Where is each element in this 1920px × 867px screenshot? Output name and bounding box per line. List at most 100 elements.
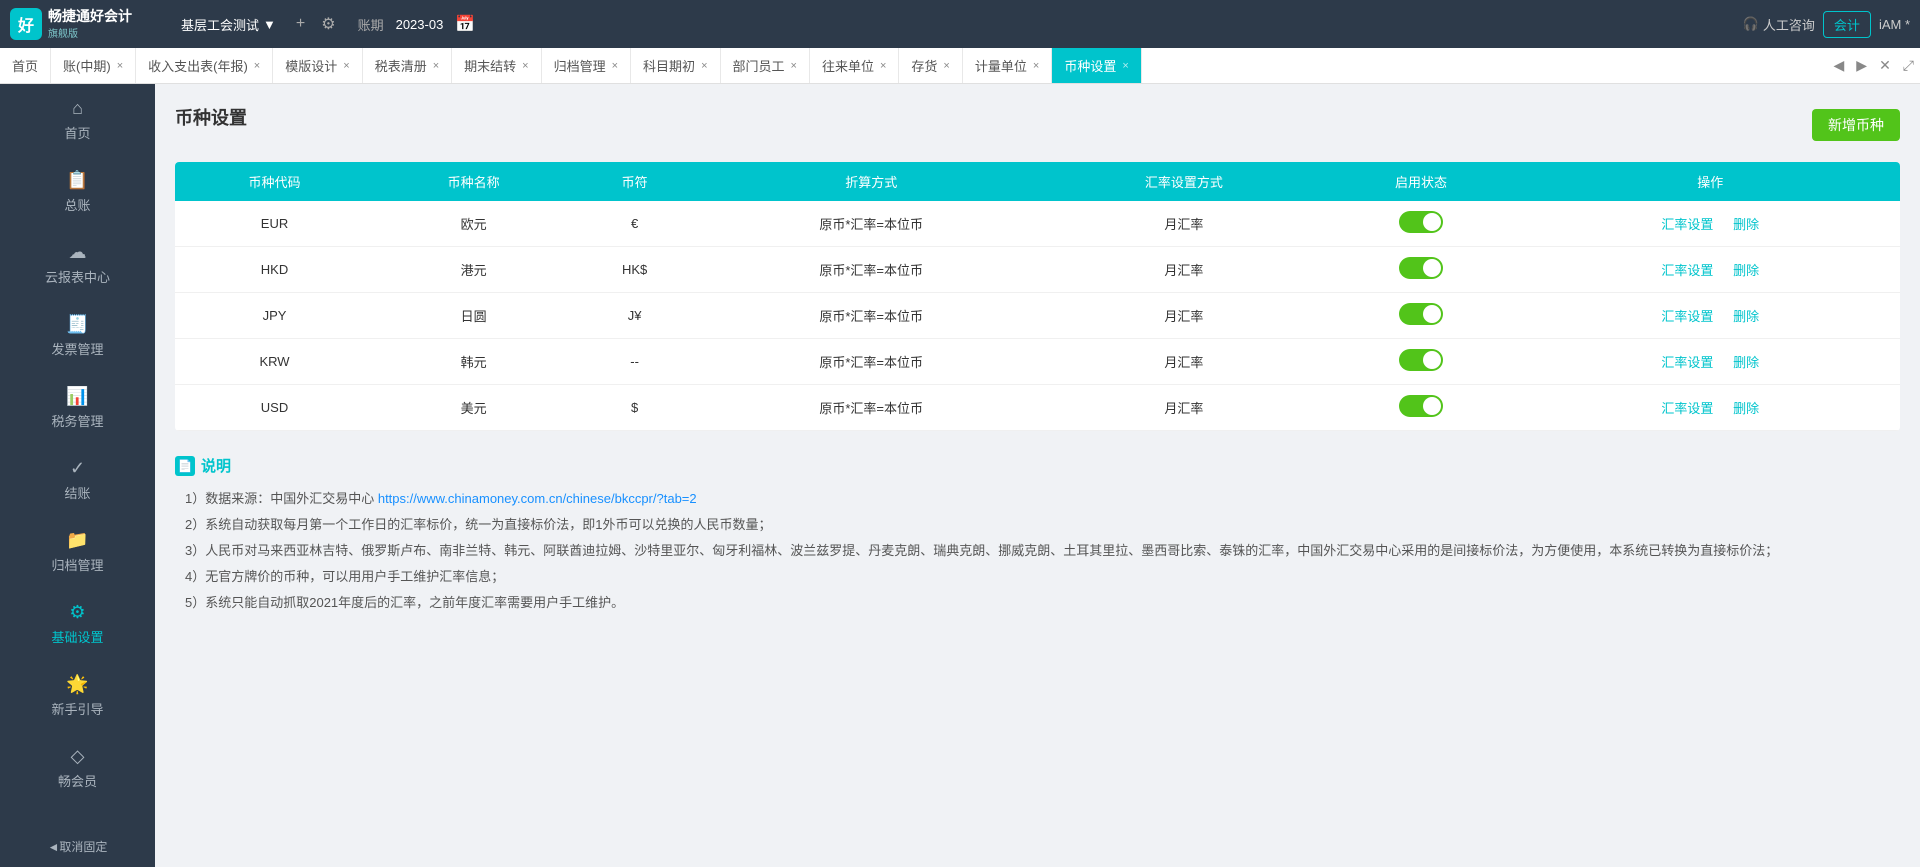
rate-setting-link[interactable]: 汇率设置: [1661, 309, 1713, 324]
user-label: iAM *: [1879, 17, 1910, 32]
table-row: KRW 韩元 -- 原币*汇率=本位币 月汇率 汇率设置 删除: [175, 339, 1900, 385]
col-header-name: 币种名称: [374, 162, 573, 201]
col-header-calc: 折算方式: [696, 162, 1046, 201]
sidebar-pin-toggle[interactable]: ◄取消固定: [0, 826, 155, 867]
rate-setting-link[interactable]: 汇率设置: [1661, 401, 1713, 416]
cell-actions: 汇率设置 删除: [1521, 201, 1900, 247]
sidebar-item-archive[interactable]: 📁 归档管理: [0, 516, 155, 588]
cell-toggle[interactable]: [1321, 385, 1520, 431]
tab-counterparty[interactable]: 往来单位 ×: [810, 48, 899, 83]
tab-account-period-close[interactable]: ×: [117, 60, 123, 72]
tab-currency-close[interactable]: ×: [1122, 60, 1128, 72]
rate-setting-link[interactable]: 汇率设置: [1661, 355, 1713, 370]
table-row: EUR 欧元 € 原币*汇率=本位币 月汇率 汇率设置 删除: [175, 201, 1900, 247]
tab-dept-staff[interactable]: 部门员工 ×: [721, 48, 810, 83]
tab-unit-label: 计量单位: [975, 56, 1027, 75]
sidebar-item-ledger[interactable]: 📋 总账: [0, 156, 155, 228]
table-row: HKD 港元 HK$ 原币*汇率=本位币 月汇率 汇率设置 删除: [175, 247, 1900, 293]
table-row: USD 美元 $ 原币*汇率=本位币 月汇率 汇率设置 删除: [175, 385, 1900, 431]
tab-template-design-close[interactable]: ×: [343, 60, 349, 72]
calendar-icon[interactable]: 📅: [455, 14, 475, 34]
tab-inventory[interactable]: 存货 ×: [899, 48, 962, 83]
tab-income-report[interactable]: 收入支出表(年报) ×: [136, 48, 273, 83]
tab-inventory-close[interactable]: ×: [943, 60, 949, 72]
tab-tax-list-close[interactable]: ×: [433, 60, 439, 72]
sidebar-item-invoice[interactable]: 🧾 发票管理: [0, 300, 155, 372]
tab-close-all-button[interactable]: ✕: [1873, 57, 1897, 74]
cell-toggle[interactable]: [1321, 247, 1520, 293]
tab-unit[interactable]: 计量单位 ×: [963, 48, 1052, 83]
tab-expand-button[interactable]: ⤢: [1897, 57, 1920, 74]
cell-calc: 原币*汇率=本位币: [696, 339, 1046, 385]
notes-link[interactable]: https://www.chinamoney.com.cn/chinese/bk…: [378, 491, 697, 506]
cell-code: USD: [175, 385, 374, 431]
sidebar-item-member[interactable]: ◇ 畅会员: [0, 732, 155, 804]
tab-dept-staff-close[interactable]: ×: [791, 60, 797, 72]
delete-link[interactable]: 删除: [1733, 263, 1759, 278]
rate-setting-link[interactable]: 汇率设置: [1661, 263, 1713, 278]
tab-currency-label: 币种设置: [1064, 56, 1116, 75]
notes-icon: 📄: [175, 456, 195, 476]
content-wrapper: 币种设置 新增币种 币种代码 币种名称 币符 折算方式 汇率设置方式 启用状态 …: [175, 104, 1900, 616]
tab-period-transfer-close[interactable]: ×: [522, 60, 528, 72]
delete-link[interactable]: 删除: [1733, 309, 1759, 324]
delete-link[interactable]: 删除: [1733, 401, 1759, 416]
tab-archive-close[interactable]: ×: [612, 60, 618, 72]
cell-toggle[interactable]: [1321, 293, 1520, 339]
tab-template-design[interactable]: 模版设计 ×: [273, 48, 362, 83]
rate-setting-link[interactable]: 汇率设置: [1661, 217, 1713, 232]
help-button[interactable]: 🎧 人工咨询: [1743, 15, 1815, 34]
enable-toggle[interactable]: [1399, 257, 1443, 279]
settings-button[interactable]: ⚙: [317, 14, 339, 34]
tab-tax-list[interactable]: 税表清册 ×: [363, 48, 452, 83]
new-currency-button[interactable]: 新增币种: [1812, 109, 1900, 141]
add-company-button[interactable]: +: [292, 15, 309, 33]
sidebar-item-home[interactable]: ⌂ 首页: [0, 84, 155, 156]
col-header-rate-type: 汇率设置方式: [1046, 162, 1321, 201]
sidebar-item-settings[interactable]: ⚙ 基础设置: [0, 588, 155, 660]
delete-link[interactable]: 删除: [1733, 355, 1759, 370]
enable-toggle[interactable]: [1399, 303, 1443, 325]
cell-code: KRW: [175, 339, 374, 385]
guide-icon: 🌟: [66, 674, 88, 695]
tab-next-button[interactable]: ▶: [1850, 57, 1873, 74]
cell-code: JPY: [175, 293, 374, 339]
toggle-knob: [1423, 213, 1441, 231]
col-header-action: 操作: [1521, 162, 1900, 201]
tab-subject-init[interactable]: 科目期初 ×: [631, 48, 720, 83]
sidebar-item-reports[interactable]: ☁ 云报表中心: [0, 228, 155, 300]
dropdown-icon: ▼: [263, 17, 276, 32]
tab-counterparty-close[interactable]: ×: [880, 60, 886, 72]
cell-symbol: --: [573, 339, 696, 385]
tab-account-period[interactable]: 账(中期) ×: [51, 48, 136, 83]
tab-unit-close[interactable]: ×: [1033, 60, 1039, 72]
cell-actions: 汇率设置 删除: [1521, 293, 1900, 339]
cell-name: 日圆: [374, 293, 573, 339]
cloud-icon: ☁: [69, 242, 87, 263]
tab-subject-init-close[interactable]: ×: [701, 60, 707, 72]
tab-archive[interactable]: 归档管理 ×: [542, 48, 631, 83]
cell-toggle[interactable]: [1321, 201, 1520, 247]
enable-toggle[interactable]: [1399, 211, 1443, 233]
tab-period-transfer[interactable]: 期末结转 ×: [452, 48, 541, 83]
toggle-knob: [1423, 305, 1441, 323]
cell-actions: 汇率设置 删除: [1521, 247, 1900, 293]
tab-income-report-close[interactable]: ×: [254, 60, 260, 72]
tab-home[interactable]: 首页: [0, 48, 51, 83]
company-selector[interactable]: 基层工会测试 ▼: [173, 11, 284, 38]
delete-link[interactable]: 删除: [1733, 217, 1759, 232]
sidebar-item-checkout[interactable]: ✓ 结账: [0, 444, 155, 516]
tab-currency[interactable]: 币种设置 ×: [1052, 48, 1141, 83]
page-title: 币种设置: [175, 104, 247, 130]
enable-toggle[interactable]: [1399, 349, 1443, 371]
member-icon: ◇: [71, 746, 85, 767]
cell-symbol: €: [573, 201, 696, 247]
cell-toggle[interactable]: [1321, 339, 1520, 385]
cell-calc: 原币*汇率=本位币: [696, 293, 1046, 339]
tab-prev-button[interactable]: ◀: [1828, 57, 1851, 74]
sidebar-item-tax[interactable]: 📊 税务管理: [0, 372, 155, 444]
sidebar-item-guide[interactable]: 🌟 新手引导: [0, 660, 155, 732]
cell-name: 欧元: [374, 201, 573, 247]
enable-toggle[interactable]: [1399, 395, 1443, 417]
account-badge[interactable]: 会计: [1823, 11, 1871, 38]
